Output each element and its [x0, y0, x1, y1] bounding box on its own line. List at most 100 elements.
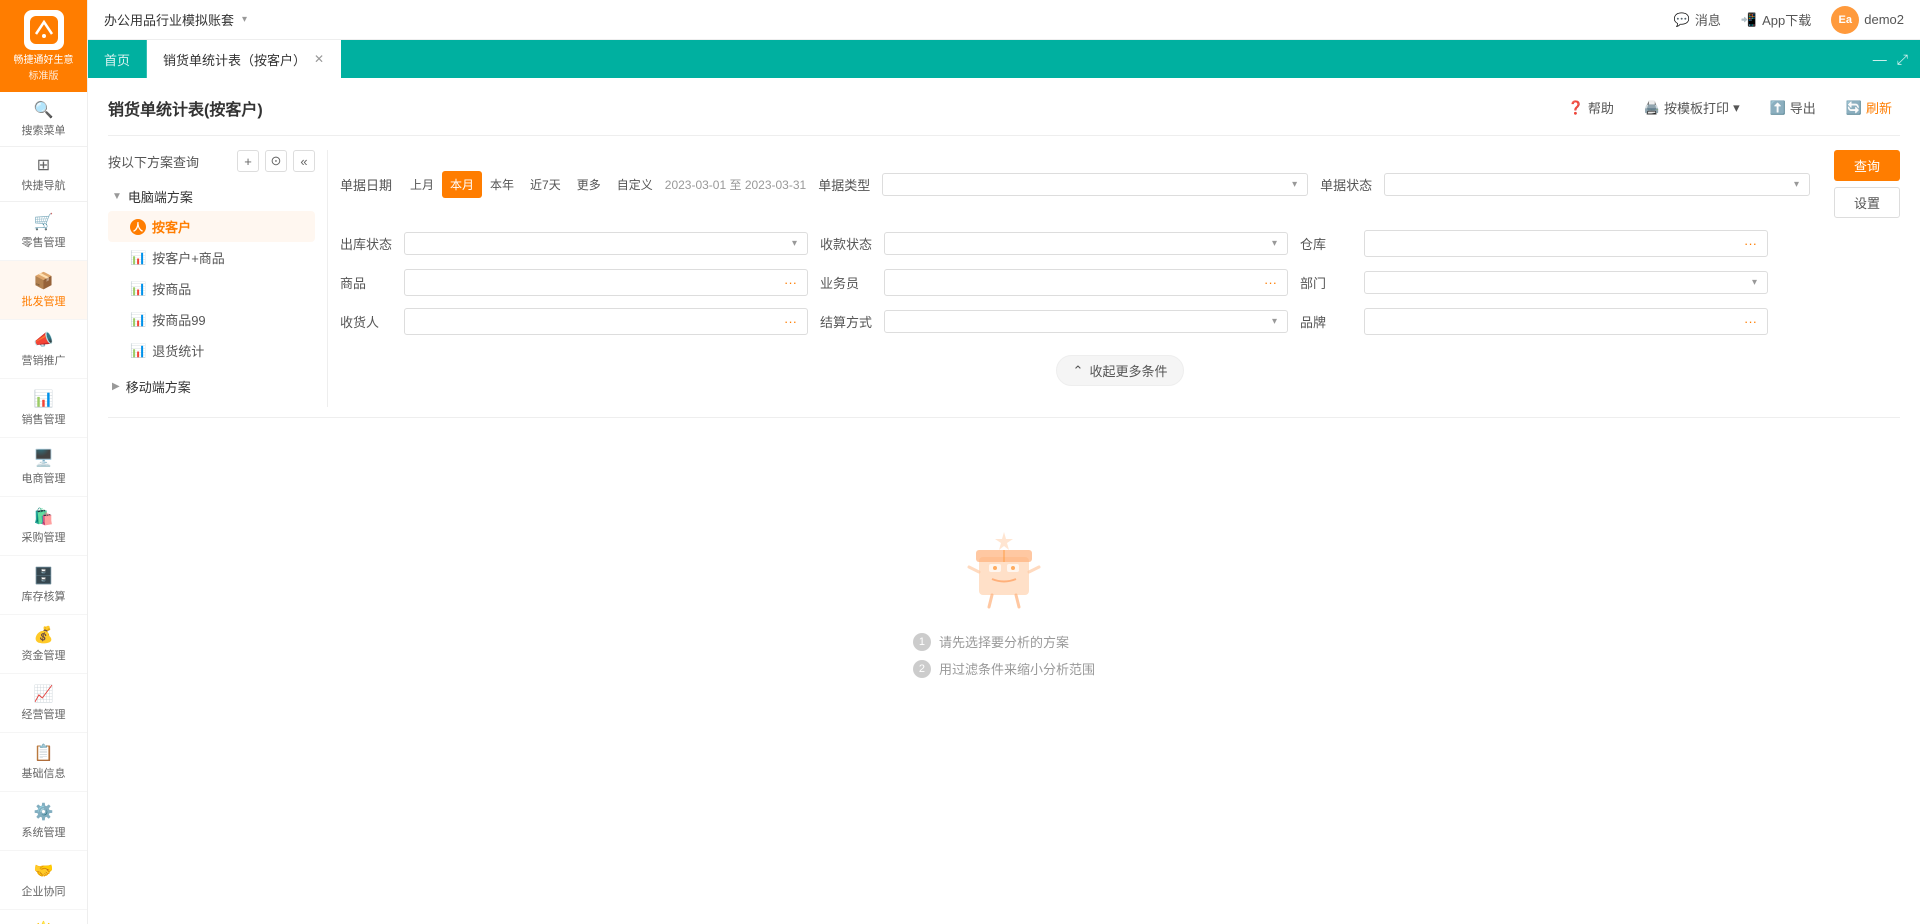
tab-close-icon[interactable]: ✕: [314, 52, 324, 66]
mobile-group-expand-icon: ▶: [112, 381, 120, 392]
sidebar-item-purchase[interactable]: 🛍️ 采购管理: [0, 497, 87, 556]
brand-control[interactable]: ···: [1364, 308, 1768, 335]
print-dropdown-icon[interactable]: ▾: [1733, 100, 1740, 116]
scheme-add-btn[interactable]: +: [237, 150, 259, 172]
wholesale-icon: 📦: [34, 271, 54, 291]
filter-row-4: 收货人 ··· 结算方式 ▾: [340, 308, 1900, 335]
scheme-item-by-goods[interactable]: 📊 按商品: [108, 273, 315, 304]
collapse-btn[interactable]: ⌃ 收起更多条件: [1056, 355, 1185, 386]
sidebar-item-ecommerce[interactable]: 🖥️ 电商管理: [0, 438, 87, 497]
refresh-label: 刷新: [1866, 98, 1892, 117]
tab-sales-stat-label: 销货单统计表（按客户）: [163, 50, 306, 69]
doc-status-control[interactable]: ▾: [1384, 173, 1810, 196]
settlement-label: 结算方式: [820, 312, 876, 331]
btn-last-month[interactable]: 上月: [402, 171, 442, 198]
filter-item-payment-status: 收款状态 ▾: [820, 232, 1288, 255]
scheme-collapse-btn[interactable]: «: [293, 150, 315, 172]
btn-more[interactable]: 更多: [569, 171, 609, 198]
sidebar-item-finance[interactable]: 💰 资金管理: [0, 615, 87, 674]
scheme-panel: 按以下方案查询 + ⊙ « ▼ 电脑端方案 人 按客户: [108, 150, 328, 407]
query-button[interactable]: 查询: [1834, 150, 1900, 181]
scheme-settings-btn[interactable]: ⊙: [265, 150, 287, 172]
scheme-item-by-customer-goods[interactable]: 📊 按客户+商品: [108, 242, 315, 273]
sidebar-item-retail[interactable]: 🛒 零售管理: [0, 202, 87, 261]
scheme-item-by-customer[interactable]: 人 按客户: [108, 211, 315, 242]
settlement-control[interactable]: ▾: [884, 310, 1288, 333]
brand-label: 品牌: [1300, 312, 1356, 331]
sidebar-item-retail-label: 零售管理: [22, 234, 66, 250]
marketing-icon: 📣: [34, 330, 54, 350]
sidebar-item-wholesale[interactable]: 📦 批发管理: [0, 261, 87, 320]
hint-num-2: 2: [913, 660, 931, 678]
sidebar-item-basics[interactable]: 📋 基础信息: [0, 733, 87, 792]
filter-item-goods: 商品 ···: [340, 269, 808, 296]
sidebar-item-wholesale-label: 批发管理: [22, 293, 66, 309]
goods-control[interactable]: ···: [404, 269, 808, 296]
salesperson-more-icon: ···: [1264, 275, 1277, 290]
app-title: 办公用品行业模拟账套: [104, 10, 234, 29]
operation-icon: 📈: [34, 684, 54, 704]
app-title-dropdown-icon[interactable]: ▾: [242, 14, 247, 25]
ship-status-control[interactable]: ▾: [404, 232, 808, 255]
empty-illustration: [954, 512, 1054, 612]
btn-custom[interactable]: 自定义: [609, 171, 661, 198]
sidebar-item-system[interactable]: ⚙️ 系统管理: [0, 792, 87, 851]
scheme-group-mobile-header[interactable]: ▶ 移动端方案: [108, 372, 315, 401]
user-menu[interactable]: Ea demo2: [1831, 6, 1904, 34]
department-control[interactable]: ▾: [1364, 271, 1768, 294]
btn-this-year[interactable]: 本年: [482, 171, 522, 198]
settings-button[interactable]: 设置: [1834, 187, 1900, 218]
filter-item-salesperson: 业务员 ···: [820, 269, 1288, 296]
sidebar-item-sales[interactable]: 📊 销售管理: [0, 379, 87, 438]
scheme-item-return-stat[interactable]: 📊 退货统计: [108, 335, 315, 366]
app-download-btn[interactable]: 📲 App下载: [1741, 10, 1811, 29]
scheme-active-icon: 人: [130, 219, 146, 235]
sidebar-item-operation[interactable]: 📈 经营管理: [0, 674, 87, 733]
sidebar-item-marketing[interactable]: 📣 营销推广: [0, 320, 87, 379]
quick-nav-label: 快捷导航: [22, 177, 66, 193]
enterprise-icon: 🤝: [34, 861, 54, 881]
filter-item-doc-type: 单据类型 ▾: [818, 173, 1308, 196]
sidebar-item-purchase-label: 采购管理: [22, 529, 66, 545]
tab-maximize-btn[interactable]: ⤢: [1897, 51, 1908, 68]
hint-text-2: 用过滤条件来缩小分析范围: [939, 659, 1095, 678]
payment-status-control[interactable]: ▾: [884, 232, 1288, 255]
print-label: 按模板打印: [1664, 98, 1729, 117]
header-divider: [108, 135, 1900, 136]
goods-more-icon: ···: [784, 275, 797, 290]
salesperson-control[interactable]: ···: [884, 269, 1288, 296]
warehouse-control[interactable]: ···: [1364, 230, 1768, 257]
quick-nav-item[interactable]: ⊞ 快捷导航: [0, 147, 87, 202]
scheme-item-by-goods-99[interactable]: 📊 按商品99: [108, 304, 315, 335]
filter-panel: 单据日期 上月 本月 本年 近7天 更多 自定义 2023-03-01 至 20…: [340, 150, 1900, 407]
message-label: 消息: [1695, 10, 1721, 29]
content-area: 销货单统计表(按客户) ❓ 帮助 🖨️ 按模板打印 ▾ ⬆️ 导出: [88, 78, 1920, 924]
search-menu-item[interactable]: 🔍 搜索菜单: [0, 92, 87, 147]
tab-bar-actions: — ⤢: [1861, 51, 1920, 68]
sidebar-item-inventory[interactable]: 🗄️ 库存核算: [0, 556, 87, 615]
grid-icon: ⊞: [37, 155, 50, 175]
department-dropdown-icon: ▾: [1752, 277, 1757, 288]
sidebar-item-enterprise[interactable]: 🤝 企业协同: [0, 851, 87, 910]
tab-home[interactable]: 首页: [88, 40, 147, 78]
doc-type-control[interactable]: ▾: [882, 173, 1308, 196]
receiver-control[interactable]: ···: [404, 308, 808, 335]
export-btn[interactable]: ⬆️ 导出: [1762, 94, 1824, 121]
tab-sales-stat[interactable]: 销货单统计表（按客户） ✕: [147, 40, 341, 78]
scheme-item-by-customer-label: 按客户: [152, 217, 191, 236]
doc-type-dropdown-icon: ▾: [1292, 179, 1297, 190]
sidebar-item-newbie[interactable]: 🌟 新手引导: [0, 910, 87, 924]
refresh-btn[interactable]: 🔄 刷新: [1838, 94, 1900, 121]
help-btn[interactable]: ❓ 帮助: [1560, 94, 1622, 121]
sidebar-item-enterprise-label: 企业协同: [22, 883, 66, 899]
scheme-group-desktop-header[interactable]: ▼ 电脑端方案: [108, 182, 315, 211]
message-btn[interactable]: 💬 消息: [1674, 10, 1721, 29]
tab-minimize-btn[interactable]: —: [1873, 51, 1887, 67]
hint-item-1: 1 请先选择要分析的方案: [913, 632, 1095, 651]
hint-text-1: 请先选择要分析的方案: [939, 632, 1069, 651]
btn-this-month[interactable]: 本月: [442, 171, 482, 198]
brand-more-icon: ···: [1744, 314, 1757, 329]
print-btn[interactable]: 🖨️ 按模板打印 ▾: [1636, 94, 1748, 121]
scheme-group-mobile: ▶ 移动端方案: [108, 372, 315, 401]
btn-last-7-days[interactable]: 近7天: [522, 171, 569, 198]
